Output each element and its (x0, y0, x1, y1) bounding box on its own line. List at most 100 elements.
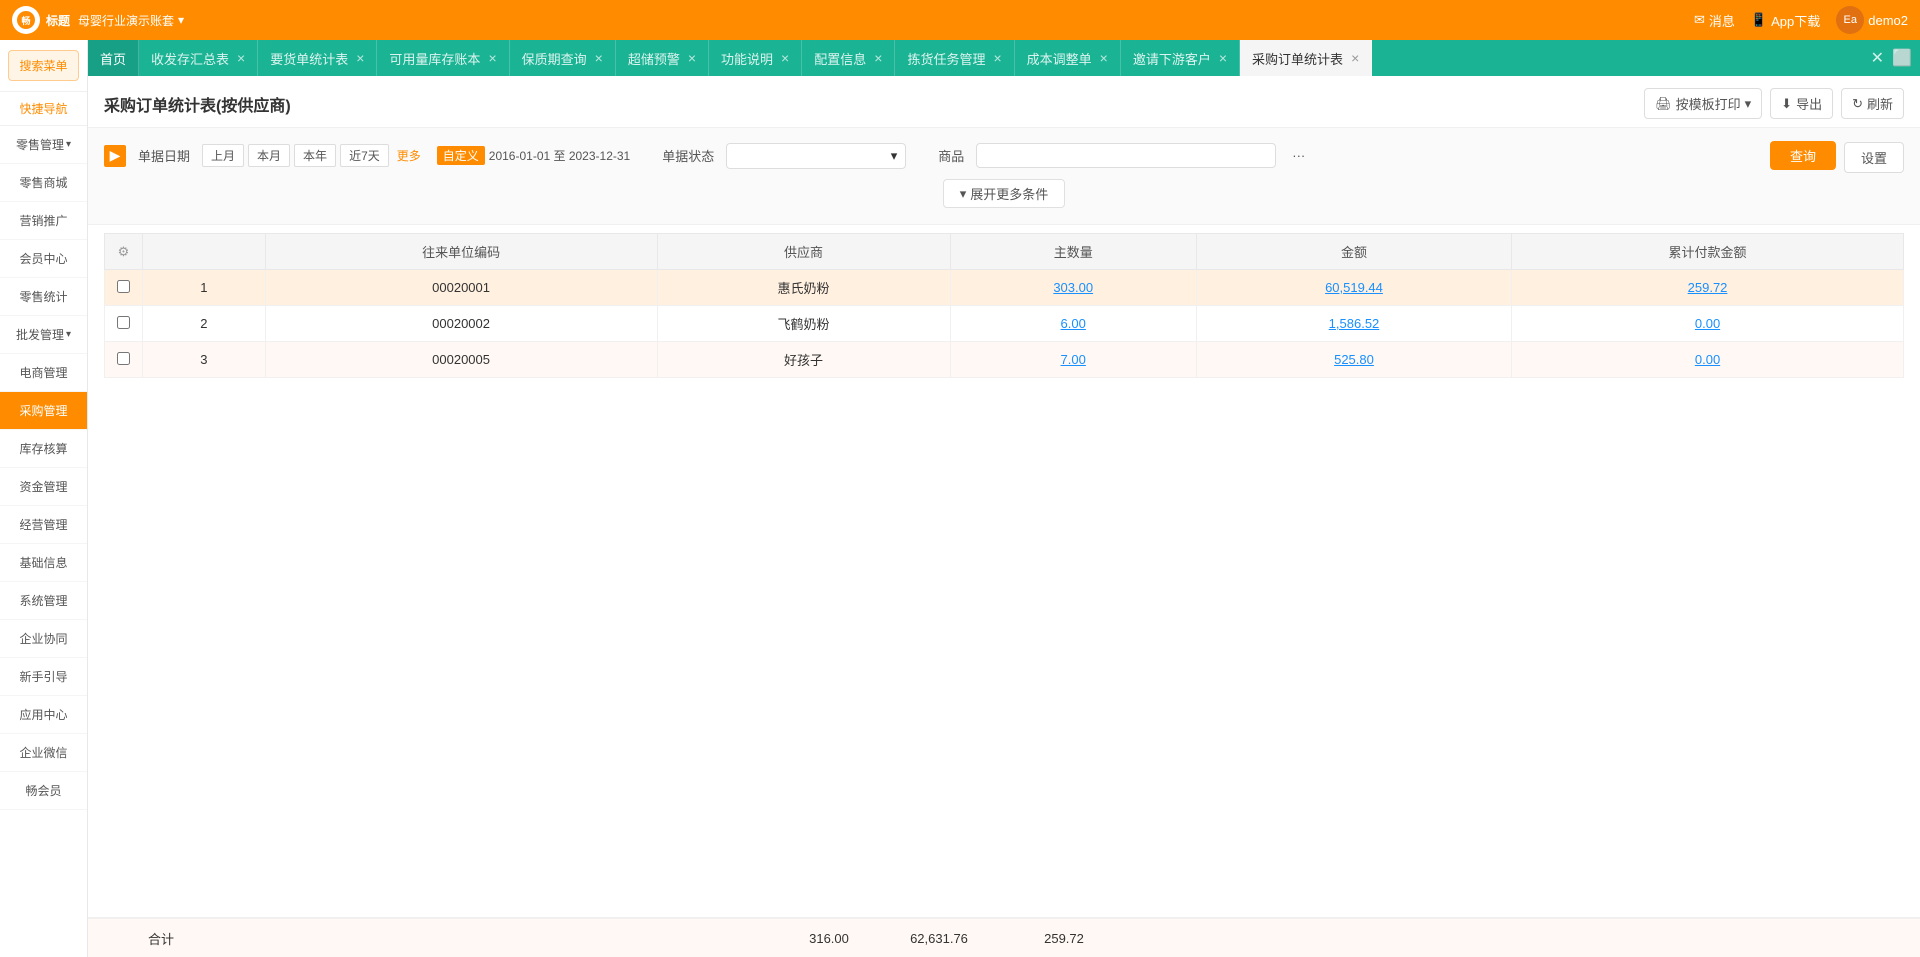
print-btn[interactable]: 🖨 按模板打印 ▾ (1644, 88, 1762, 119)
tab-expiry-query[interactable]: 保质期查询× (510, 40, 616, 76)
expand-icon: ▾ (960, 186, 967, 202)
filter-date-btns: 上月 本月 本年 近7天 更多 (202, 144, 425, 167)
tab-close-icon[interactable]: × (488, 51, 496, 65)
row-checkbox[interactable] (105, 306, 143, 342)
query-btn[interactable]: 查询 (1770, 141, 1836, 170)
date-btn-this-month[interactable]: 本月 (248, 144, 290, 167)
tab-goods-stats[interactable]: 要货单统计表× (258, 40, 377, 76)
sidebar-search-area: 搜索菜单 (0, 40, 87, 92)
row-main-qty[interactable]: 7.00 (950, 342, 1196, 378)
row-amount[interactable]: 525.80 (1196, 342, 1511, 378)
sidebar-item-retail-shop[interactable]: 零售商城 (0, 164, 87, 202)
row-checkbox[interactable] (105, 342, 143, 378)
sidebar-item-inventory-check[interactable]: 库存核算 (0, 430, 87, 468)
summary-amount: 62,631.76 (884, 931, 994, 946)
tab-config-info[interactable]: 配置信息 × (802, 40, 895, 76)
sidebar-item-app-center[interactable]: 应用中心 (0, 696, 87, 734)
tab-invite-downstream[interactable]: 邀请下游客户 × (1121, 40, 1240, 76)
tab-close-icon[interactable]: × (874, 51, 882, 65)
sidebar-item-purchase-mgmt[interactable]: 采购管理 (0, 392, 87, 430)
main-layout: 搜索菜单 快捷导航 零售管理▾零售商城营销推广会员中心零售统计批发管理▾电商管理… (0, 40, 1920, 957)
tab-close-icon[interactable]: × (781, 51, 789, 65)
tab-close-icon[interactable]: × (595, 51, 603, 65)
tab-close-btn[interactable]: ✕ (1871, 48, 1884, 68)
row-checkbox[interactable] (105, 270, 143, 306)
tab-pick-task-mgmt[interactable]: 拣货任务管理× (895, 40, 1014, 76)
row-amount[interactable]: 1,586.52 (1196, 306, 1511, 342)
goods-filter-label: 商品 (938, 146, 964, 165)
status-select[interactable]: ▾ (726, 143, 906, 169)
custom-date-tag: 自定义 (437, 146, 485, 165)
row-index: 3 (143, 342, 266, 378)
sidebar-item-marketing[interactable]: 营销推广 (0, 202, 87, 240)
user-area[interactable]: Ea demo2 (1836, 6, 1908, 34)
tab-close-icon[interactable]: × (1219, 51, 1227, 65)
sidebar-item-retail-stats[interactable]: 零售统计 (0, 278, 87, 316)
top-bar-left: 畅 标题 母婴行业演示账套 ▾ (12, 6, 184, 34)
sidebar-item-batch-mgmt[interactable]: 批发管理▾ (0, 316, 87, 354)
row-amount[interactable]: 60,519.44 (1196, 270, 1511, 306)
date-btn-more[interactable]: 更多 (393, 144, 425, 167)
tab-close-icon[interactable]: × (356, 51, 364, 65)
th-supplier: 供应商 (657, 234, 950, 270)
sidebar-item-sys-mgmt[interactable]: 系统管理 (0, 582, 87, 620)
app-download-btn[interactable]: 📱 App下载 (1751, 11, 1820, 30)
tab-close-icon[interactable]: × (993, 51, 1001, 65)
date-filter-label: 单据日期 (138, 146, 190, 165)
goods-input[interactable] (976, 143, 1276, 168)
avatar: Ea (1836, 6, 1864, 34)
tab-close-icon[interactable]: × (237, 51, 245, 65)
sidebar-item-basic-info[interactable]: 基础信息 (0, 544, 87, 582)
tab-label: 配置信息 (814, 49, 866, 68)
row-main-qty[interactable]: 303.00 (950, 270, 1196, 306)
row-paid-amount[interactable]: 0.00 (1512, 342, 1904, 378)
tab-receive-send[interactable]: 收发存汇总表× (139, 40, 258, 76)
row-paid-amount[interactable]: 259.72 (1512, 270, 1904, 306)
tab-maximize-btn[interactable]: ⬜ (1892, 48, 1912, 68)
tab-label: 邀请下游客户 (1133, 49, 1211, 68)
status-filter-label: 单据状态 (662, 146, 714, 165)
tab-close-icon[interactable]: × (1100, 51, 1108, 65)
summary-label: 合计 (104, 929, 444, 948)
sidebar-item-new-guide[interactable]: 新手引导 (0, 658, 87, 696)
sidebar-item-ecommerce-mgmt[interactable]: 电商管理 (0, 354, 87, 392)
filter-toggle-btn[interactable]: ▶ (104, 145, 126, 167)
tab-home[interactable]: 首页 (88, 40, 139, 76)
tab-purchase-order-stats[interactable]: 采购订单统计表× (1240, 40, 1372, 76)
filter-more-icon[interactable]: ··· (1292, 148, 1305, 163)
filter-date-custom: 自定义 2016-01-01 至 2023-12-31 (437, 146, 630, 165)
search-menu-btn[interactable]: 搜索菜单 (8, 50, 79, 81)
tab-close-icon[interactable]: × (688, 51, 696, 65)
row-paid-amount[interactable]: 0.00 (1512, 306, 1904, 342)
tab-overstock-warning[interactable]: 超储预警× (616, 40, 709, 76)
quick-nav-btn[interactable]: 快捷导航 (0, 92, 87, 126)
tab-cost-adjust[interactable]: 成本调整单× (1015, 40, 1121, 76)
print-label: 按模板打印 (1676, 94, 1741, 113)
settings-btn[interactable]: 设置 (1844, 142, 1904, 173)
date-btn-this-year[interactable]: 本年 (294, 144, 336, 167)
tab-close-icon[interactable]: × (1351, 51, 1359, 65)
expand-conditions-btn[interactable]: ▾ 展开更多条件 (943, 179, 1066, 208)
sidebar-item-ops-mgmt[interactable]: 经营管理 (0, 506, 87, 544)
sidebar-item-retail-mgmt[interactable]: 零售管理▾ (0, 126, 87, 164)
th-index (143, 234, 266, 270)
sidebar-item-vip-member[interactable]: 畅会员 (0, 772, 87, 810)
workspace-selector[interactable]: 母婴行业演示账套 ▾ (78, 12, 184, 29)
date-btn-7days[interactable]: 近7天 (340, 144, 389, 167)
expand-label: 展开更多条件 (970, 184, 1048, 203)
row-main-qty[interactable]: 6.00 (950, 306, 1196, 342)
sidebar-item-funds-mgmt[interactable]: 资金管理 (0, 468, 87, 506)
message-icon: ✉ (1694, 12, 1705, 28)
sidebar-item-enterprise-wechat[interactable]: 企业微信 (0, 734, 87, 772)
tab-func-desc[interactable]: 功能说明× (709, 40, 802, 76)
export-btn[interactable]: ⬇ 导出 (1770, 88, 1833, 119)
refresh-btn[interactable]: ↻ 刷新 (1841, 88, 1904, 119)
gear-icon[interactable]: ⚙ (118, 244, 130, 259)
print-icon: 🖨 (1655, 96, 1672, 112)
tab-usable-inventory[interactable]: 可用量库存账本× (377, 40, 509, 76)
sidebar-item-enterprise-coop[interactable]: 企业协同 (0, 620, 87, 658)
sidebar-item-member-center[interactable]: 会员中心 (0, 240, 87, 278)
username: demo2 (1868, 13, 1908, 28)
message-btn[interactable]: ✉ 消息 (1694, 11, 1735, 30)
date-btn-last-month[interactable]: 上月 (202, 144, 244, 167)
